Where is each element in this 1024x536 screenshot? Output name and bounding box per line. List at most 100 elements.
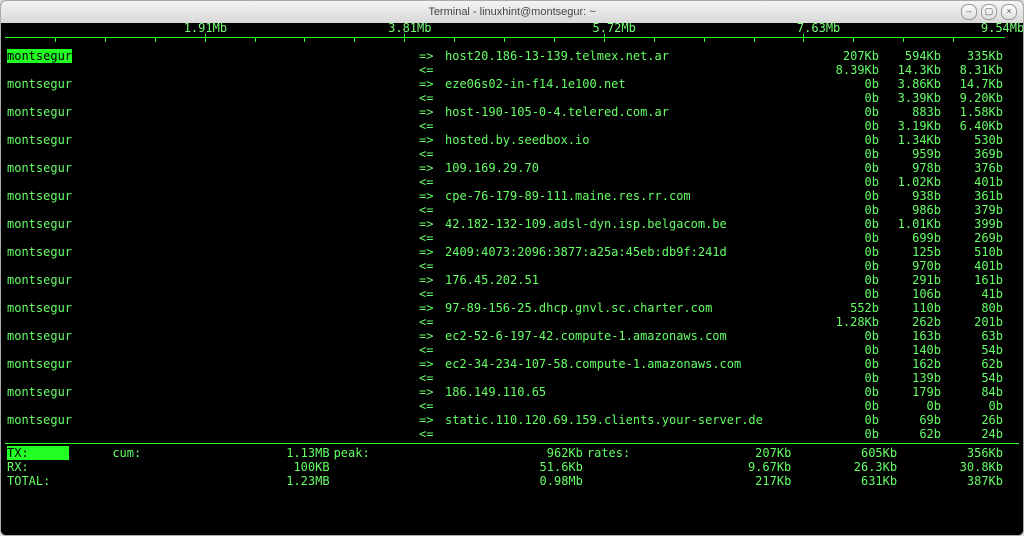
stats-table: TX:cum:1.13MBpeak:962Kbrates:207Kb605Kb3… xyxy=(5,446,1005,488)
peak-header xyxy=(332,460,451,474)
rate-10s: 162b xyxy=(881,357,943,371)
rate-40s: 54b xyxy=(943,371,1005,385)
rate-40s: 9.20Kb xyxy=(943,91,1005,105)
rate-2s: 207Kb xyxy=(819,49,881,63)
arrow-rx-icon: <= xyxy=(417,119,443,133)
rate-10s: 0b xyxy=(881,399,943,413)
connection-row-rx: <=0b3.19Kb6.40Kb xyxy=(5,119,1005,133)
rate-10s: 179b xyxy=(881,385,943,399)
minimize-icon[interactable]: – xyxy=(961,4,977,20)
rate-40s: 401b xyxy=(943,175,1005,189)
connection-row-rx: <=0b970b401b xyxy=(5,259,1005,273)
terminal-window: Terminal - linuxhint@montsegur: ~ – ▢ × … xyxy=(0,0,1024,536)
close-icon[interactable]: × xyxy=(1001,4,1017,20)
rate-2s: 0b xyxy=(819,245,881,259)
arrow-rx-icon: <= xyxy=(417,63,443,77)
rate-40s: 54b xyxy=(943,343,1005,357)
rate-2s: 0b xyxy=(819,371,881,385)
source-host: montsegur xyxy=(7,49,72,63)
rate-2s: 0b xyxy=(819,385,881,399)
rate-40s: 510b xyxy=(943,245,1005,259)
dest-host: 186.149.110.65 xyxy=(443,385,819,399)
peak-value: 51.6Kb xyxy=(450,460,585,474)
arrow-tx-icon: => xyxy=(417,189,443,203)
rate-2s: 0b xyxy=(819,287,881,301)
source-host: montsegur xyxy=(7,105,72,119)
rate-2s: 0b xyxy=(819,147,881,161)
rate-10s: 262b xyxy=(881,315,943,329)
rate-10s: 1.34Kb xyxy=(881,133,943,147)
connection-row-rx: <=0b106b41b xyxy=(5,287,1005,301)
arrow-tx-icon: => xyxy=(417,413,443,427)
rate-10s: 125b xyxy=(881,245,943,259)
arrow-rx-icon: <= xyxy=(417,175,443,189)
rate-value: 207Kb xyxy=(687,446,793,460)
stats-row: TX:cum:1.13MBpeak:962Kbrates:207Kb605Kb3… xyxy=(5,446,1005,460)
rate-10s: 106b xyxy=(881,287,943,301)
rate-10s: 163b xyxy=(881,329,943,343)
rate-10s: 110b xyxy=(881,301,943,315)
rate-10s: 1.02Kb xyxy=(881,175,943,189)
rate-2s: 0b xyxy=(819,343,881,357)
arrow-tx-icon: => xyxy=(417,301,443,315)
stat-label: TX: xyxy=(7,446,69,460)
terminal-body[interactable]: 1.91Mb3.81Mb5.72Mb7.63Mb9.54Mb montsegur… xyxy=(1,23,1023,535)
arrow-tx-icon: => xyxy=(417,105,443,119)
stat-label: RX: xyxy=(7,460,29,474)
rate-40s: 161b xyxy=(943,273,1005,287)
rate-40s: 8.31Kb xyxy=(943,63,1005,77)
dest-host: hosted.by.seedbox.io xyxy=(443,133,819,147)
rate-40s: 269b xyxy=(943,231,1005,245)
arrow-tx-icon: => xyxy=(417,161,443,175)
connection-row-tx: montsegur=>42.182-132-109.adsl-dyn.isp.b… xyxy=(5,217,1005,231)
rate-2s: 0b xyxy=(819,259,881,273)
window-title: Terminal - linuxhint@montsegur: ~ xyxy=(428,6,595,18)
cum-header xyxy=(110,474,213,488)
rate-value: 9.67Kb xyxy=(687,460,793,474)
rate-40s: 379b xyxy=(943,203,1005,217)
arrow-tx-icon: => xyxy=(417,329,443,343)
rate-40s: 6.40Kb xyxy=(943,119,1005,133)
rate-value: 605Kb xyxy=(793,446,899,460)
dest-host: 176.45.202.51 xyxy=(443,273,819,287)
connection-row-tx: montsegur=>186.149.110.650b179b84b xyxy=(5,385,1005,399)
connection-row-tx: montsegur=>hosted.by.seedbox.io0b1.34Kb5… xyxy=(5,133,1005,147)
rate-10s: 291b xyxy=(881,273,943,287)
rate-2s: 552b xyxy=(819,301,881,315)
rate-value: 26.3Kb xyxy=(793,460,899,474)
source-host: montsegur xyxy=(7,77,72,91)
scale-label: 9.54Mb xyxy=(981,21,1024,35)
connection-row-tx: montsegur=>ec2-52-6-197-42.compute-1.ama… xyxy=(5,329,1005,343)
connection-row-rx: <=0b959b369b xyxy=(5,147,1005,161)
arrow-tx-icon: => xyxy=(417,385,443,399)
arrow-rx-icon: <= xyxy=(417,147,443,161)
rate-2s: 0b xyxy=(819,357,881,371)
rate-2s: 0b xyxy=(819,105,881,119)
scale-label: 7.63Mb xyxy=(797,21,840,35)
arrow-tx-icon: => xyxy=(417,77,443,91)
rate-10s: 959b xyxy=(881,147,943,161)
rates-header xyxy=(585,460,688,474)
titlebar[interactable]: Terminal - linuxhint@montsegur: ~ – ▢ × xyxy=(1,1,1023,24)
rate-40s: 24b xyxy=(943,427,1005,441)
dest-host: ec2-34-234-107-58.compute-1.amazonaws.co… xyxy=(443,357,819,371)
source-host: montsegur xyxy=(7,189,72,203)
connection-row-tx: montsegur=>ec2-34-234-107-58.compute-1.a… xyxy=(5,357,1005,371)
cum-value: 1.13MB xyxy=(213,446,332,460)
rate-value: 356Kb xyxy=(899,446,1005,460)
rate-2s: 0b xyxy=(819,273,881,287)
rate-2s: 0b xyxy=(819,175,881,189)
arrow-rx-icon: <= xyxy=(417,203,443,217)
rate-value: 631Kb xyxy=(793,474,899,488)
connection-row-rx: <=0b62b24b xyxy=(5,427,1005,441)
rate-10s: 1.01Kb xyxy=(881,217,943,231)
rates-header: rates: xyxy=(585,446,688,460)
rate-value: 387Kb xyxy=(899,474,1005,488)
scale-label: 5.72Mb xyxy=(593,21,636,35)
maximize-icon[interactable]: ▢ xyxy=(981,4,997,20)
scale-label: 1.91Mb xyxy=(184,21,227,35)
source-host: montsegur xyxy=(7,329,72,343)
rate-10s: 970b xyxy=(881,259,943,273)
rate-10s: 69b xyxy=(881,413,943,427)
arrow-tx-icon: => xyxy=(417,49,443,63)
